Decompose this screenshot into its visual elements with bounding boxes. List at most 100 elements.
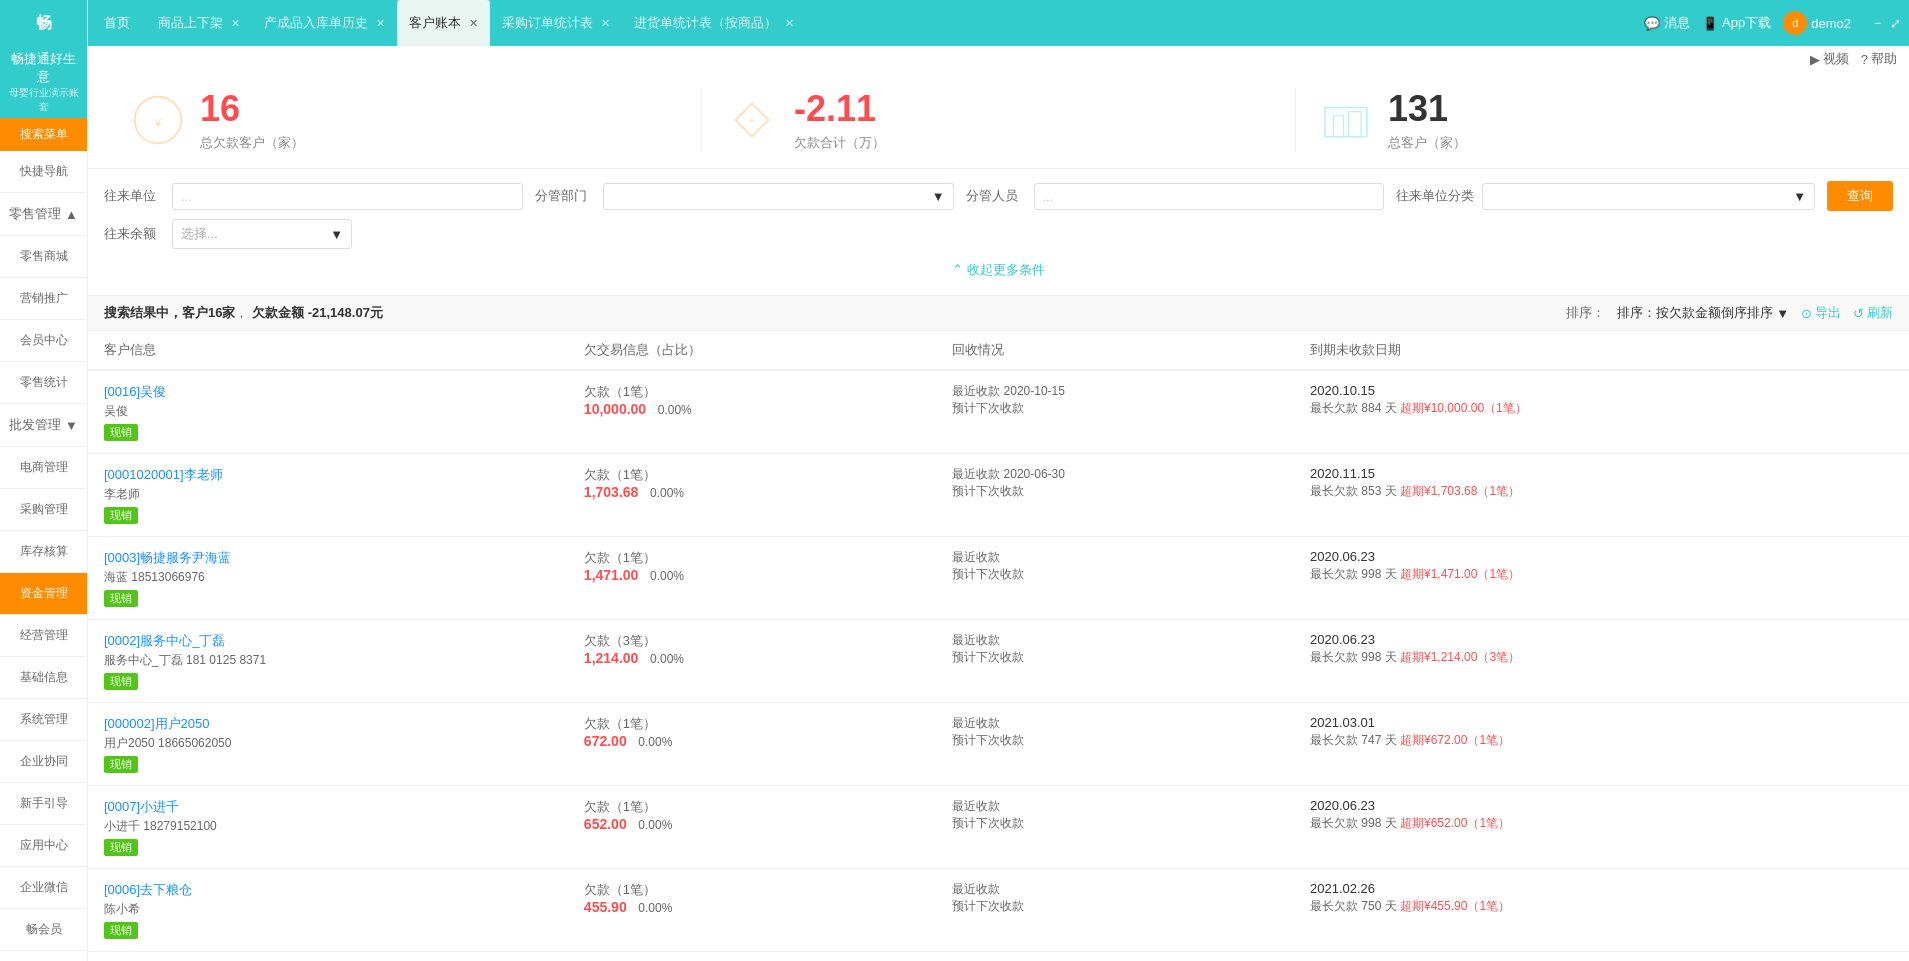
overdue-link[interactable]: 超期¥672.00（1笔） [1400, 733, 1510, 747]
tab-goods-up[interactable]: 商品上下架 ✕ [146, 0, 252, 46]
customer-info-cell: [000001]黄思源 黄思源 13552700226 现销 [88, 952, 568, 962]
overdue-link[interactable]: 超期¥1,703.68（1笔） [1400, 484, 1520, 498]
due-date-cell: 2021.02.26 最长欠款 750 天 超期¥455.90（1笔） [1294, 869, 1909, 952]
sidebar-item-member[interactable]: 会员中心 [0, 320, 87, 362]
sidebar-item-retail-mall[interactable]: 零售商城 [0, 236, 87, 278]
dept-label: 分管部门 [535, 187, 595, 205]
debt-info-cell: 欠款（3笔） 1,214.00 0.00% [568, 620, 936, 703]
from-unit-label: 往来单位 [104, 187, 164, 205]
sidebar-item-new-guide[interactable]: 新手引导 [0, 783, 87, 825]
sidebar-item-basic-info[interactable]: 基础信息 [0, 657, 87, 699]
customer-name-link[interactable]: [0007]小进千 [104, 798, 552, 816]
customer-tag: 现销 [104, 424, 138, 441]
sidebar-item-biz-mgmt[interactable]: 经营管理 [0, 615, 87, 657]
help-link[interactable]: ? 帮助 [1861, 50, 1897, 68]
customer-name-link[interactable]: [0001020001]李老师 [104, 466, 552, 484]
sort-select[interactable]: 排序：按欠款金额倒序排序 ▼ [1617, 304, 1789, 322]
customer-name-link[interactable]: [000002]用户2050 [104, 715, 552, 733]
customer-name-link[interactable]: [0006]去下粮仓 [104, 881, 552, 899]
sidebar-item-ecom-mgmt[interactable]: 电商管理 [0, 447, 87, 489]
sidebar-item-sys-mgmt[interactable]: 系统管理 [0, 699, 87, 741]
message-icon[interactable]: 💬 消息 [1644, 14, 1690, 32]
maximize-icon[interactable]: ⤢ [1890, 16, 1901, 31]
debt-pct: 0.00% [638, 818, 672, 832]
overdue-link[interactable]: 超期¥1,471.00（1笔） [1400, 567, 1520, 581]
sidebar-item-wechat[interactable]: 企业微信 [0, 867, 87, 909]
tab-purchase-stats[interactable]: 采购订单统计表 ✕ [490, 0, 622, 46]
customer-name-link[interactable]: [0002]服务中心_丁磊 [104, 632, 552, 650]
sidebar-item-capital-mgmt[interactable]: 资金管理 [0, 573, 87, 615]
balance-select[interactable]: 选择... ▼ [172, 219, 352, 249]
minimize-icon[interactable]: － [1871, 14, 1884, 32]
user-avatar[interactable]: d demo2 [1783, 11, 1851, 35]
customer-name-link[interactable]: [0016]吴俊 [104, 383, 552, 401]
sidebar-item-retail-mgmt[interactable]: 零售管理 ▲ [0, 193, 87, 236]
sidebar-item-batch-mgmt[interactable]: 批发管理 ▼ [0, 404, 87, 447]
sidebar-item-vip[interactable]: 畅会员 [0, 909, 87, 951]
overdue-link[interactable]: 超期¥1,214.00（3笔） [1400, 650, 1520, 664]
dept-select[interactable]: ▼ [603, 183, 954, 210]
customer-sub-info: 小进千 18279152100 [104, 818, 552, 835]
collapse-button[interactable]: ⌃ 收起更多条件 [104, 257, 1893, 283]
debt-count: 欠款（1笔） [584, 798, 920, 816]
debt-info-cell: 欠款（1笔） 652.00 0.00% [568, 786, 936, 869]
tab-customer-account[interactable]: 客户账本 ✕ [397, 0, 490, 46]
tab-product-history[interactable]: 产成品入库单历史 ✕ [252, 0, 397, 46]
sort-label: 排序： [1566, 304, 1605, 322]
next-collect: 预计下次收款 [952, 898, 1278, 915]
svg-text:+: + [749, 114, 755, 126]
table-row: [0007]小进千 小进千 18279152100 现销 欠款（1笔） 652.… [88, 786, 1909, 869]
summary-info-total-debt: -2.11 欠款合计（万） [794, 88, 885, 152]
debt-amount-row: 672.00 0.00% [584, 733, 920, 749]
svg-rect-5 [1349, 112, 1362, 137]
col-due-date: 到期未收款日期 [1294, 331, 1909, 370]
from-unit-input[interactable]: ... [172, 183, 523, 210]
close-product-history[interactable]: ✕ [376, 17, 385, 30]
tab-stock-stats[interactable]: 进货单统计表（按商品） ✕ [622, 0, 806, 46]
return-status-cell: 最近收款 预计下次收款 [936, 786, 1294, 869]
total-customers-icon [1316, 90, 1376, 150]
unit-class-select[interactable]: ▼ [1482, 183, 1815, 210]
overdue-link[interactable]: 超期¥10,000.00（1笔） [1400, 401, 1527, 415]
close-goods-up[interactable]: ✕ [231, 17, 240, 30]
refresh-button[interactable]: ↺ 刷新 [1853, 304, 1893, 322]
overdue-link[interactable]: 超期¥455.90（1笔） [1400, 899, 1510, 913]
debt-amount-row: 455.90 0.00% [584, 899, 920, 915]
tab-home[interactable]: 首页 [88, 0, 146, 46]
debt-count: 欠款（1笔） [584, 383, 920, 401]
last-collect: 最近收款 [952, 881, 1278, 898]
video-link[interactable]: ▶ 视频 [1810, 50, 1849, 68]
customer-tag: 现销 [104, 590, 138, 607]
close-purchase-stats[interactable]: ✕ [601, 17, 610, 30]
due-date: 2021.03.01 [1310, 715, 1893, 730]
sidebar-item-app-center[interactable]: 应用中心 [0, 825, 87, 867]
search-menu-button[interactable]: 搜索菜单 [0, 118, 87, 151]
overdue-link[interactable]: 超期¥652.00（1笔） [1400, 816, 1510, 830]
close-stock-stats[interactable]: ✕ [785, 17, 794, 30]
close-customer-account[interactable]: ✕ [469, 17, 478, 30]
export-button[interactable]: ⊙ 导出 [1801, 304, 1841, 322]
customer-account-table: 客户信息 欠交易信息（占比） 回收情况 到期未收款日期 [0016]吴俊 吴俊 … [88, 331, 1909, 961]
sidebar-item-stock-check[interactable]: 库存核算 [0, 531, 87, 573]
filter-unit-class: 往来单位分类 ▼ [1396, 183, 1815, 210]
sidebar-item-purchase-mgmt[interactable]: 采购管理 [0, 489, 87, 531]
table-row: [0006]去下粮仓 陈小希 现销 欠款（1笔） 455.90 0.00% 最近… [88, 869, 1909, 952]
debt-pct: 0.00% [650, 569, 684, 583]
col-debt-info: 欠交易信息（占比） [568, 331, 936, 370]
debt-info-cell: 欠款（1笔） 1,471.00 0.00% [568, 537, 936, 620]
debt-amount-row: 652.00 0.00% [584, 816, 920, 832]
due-date: 2020.06.23 [1310, 549, 1893, 564]
sidebar-item-retail-stats[interactable]: 零售统计 [0, 362, 87, 404]
app-download-icon[interactable]: 📱 App下载 [1702, 14, 1771, 32]
sidebar-item-quick-nav[interactable]: 快捷导航 [0, 151, 87, 193]
debt-amount: 652.00 [584, 816, 627, 832]
main-content: 首页 商品上下架 ✕ 产成品入库单历史 ✕ 客户账本 ✕ 采购订单统计表 ✕ 进… [88, 0, 1909, 961]
debt-amount: 1,214.00 [584, 650, 639, 666]
filter-from-unit: 往来单位 ... [104, 183, 523, 210]
person-input[interactable]: ... [1034, 183, 1385, 210]
sidebar-item-enterprise[interactable]: 企业协同 [0, 741, 87, 783]
customer-name-link[interactable]: [0003]畅捷服务尹海蓝 [104, 549, 552, 567]
debt-count: 欠款（3笔） [584, 632, 920, 650]
sidebar-item-marketing[interactable]: 营销推广 [0, 278, 87, 320]
query-button[interactable]: 查询 [1827, 181, 1893, 211]
